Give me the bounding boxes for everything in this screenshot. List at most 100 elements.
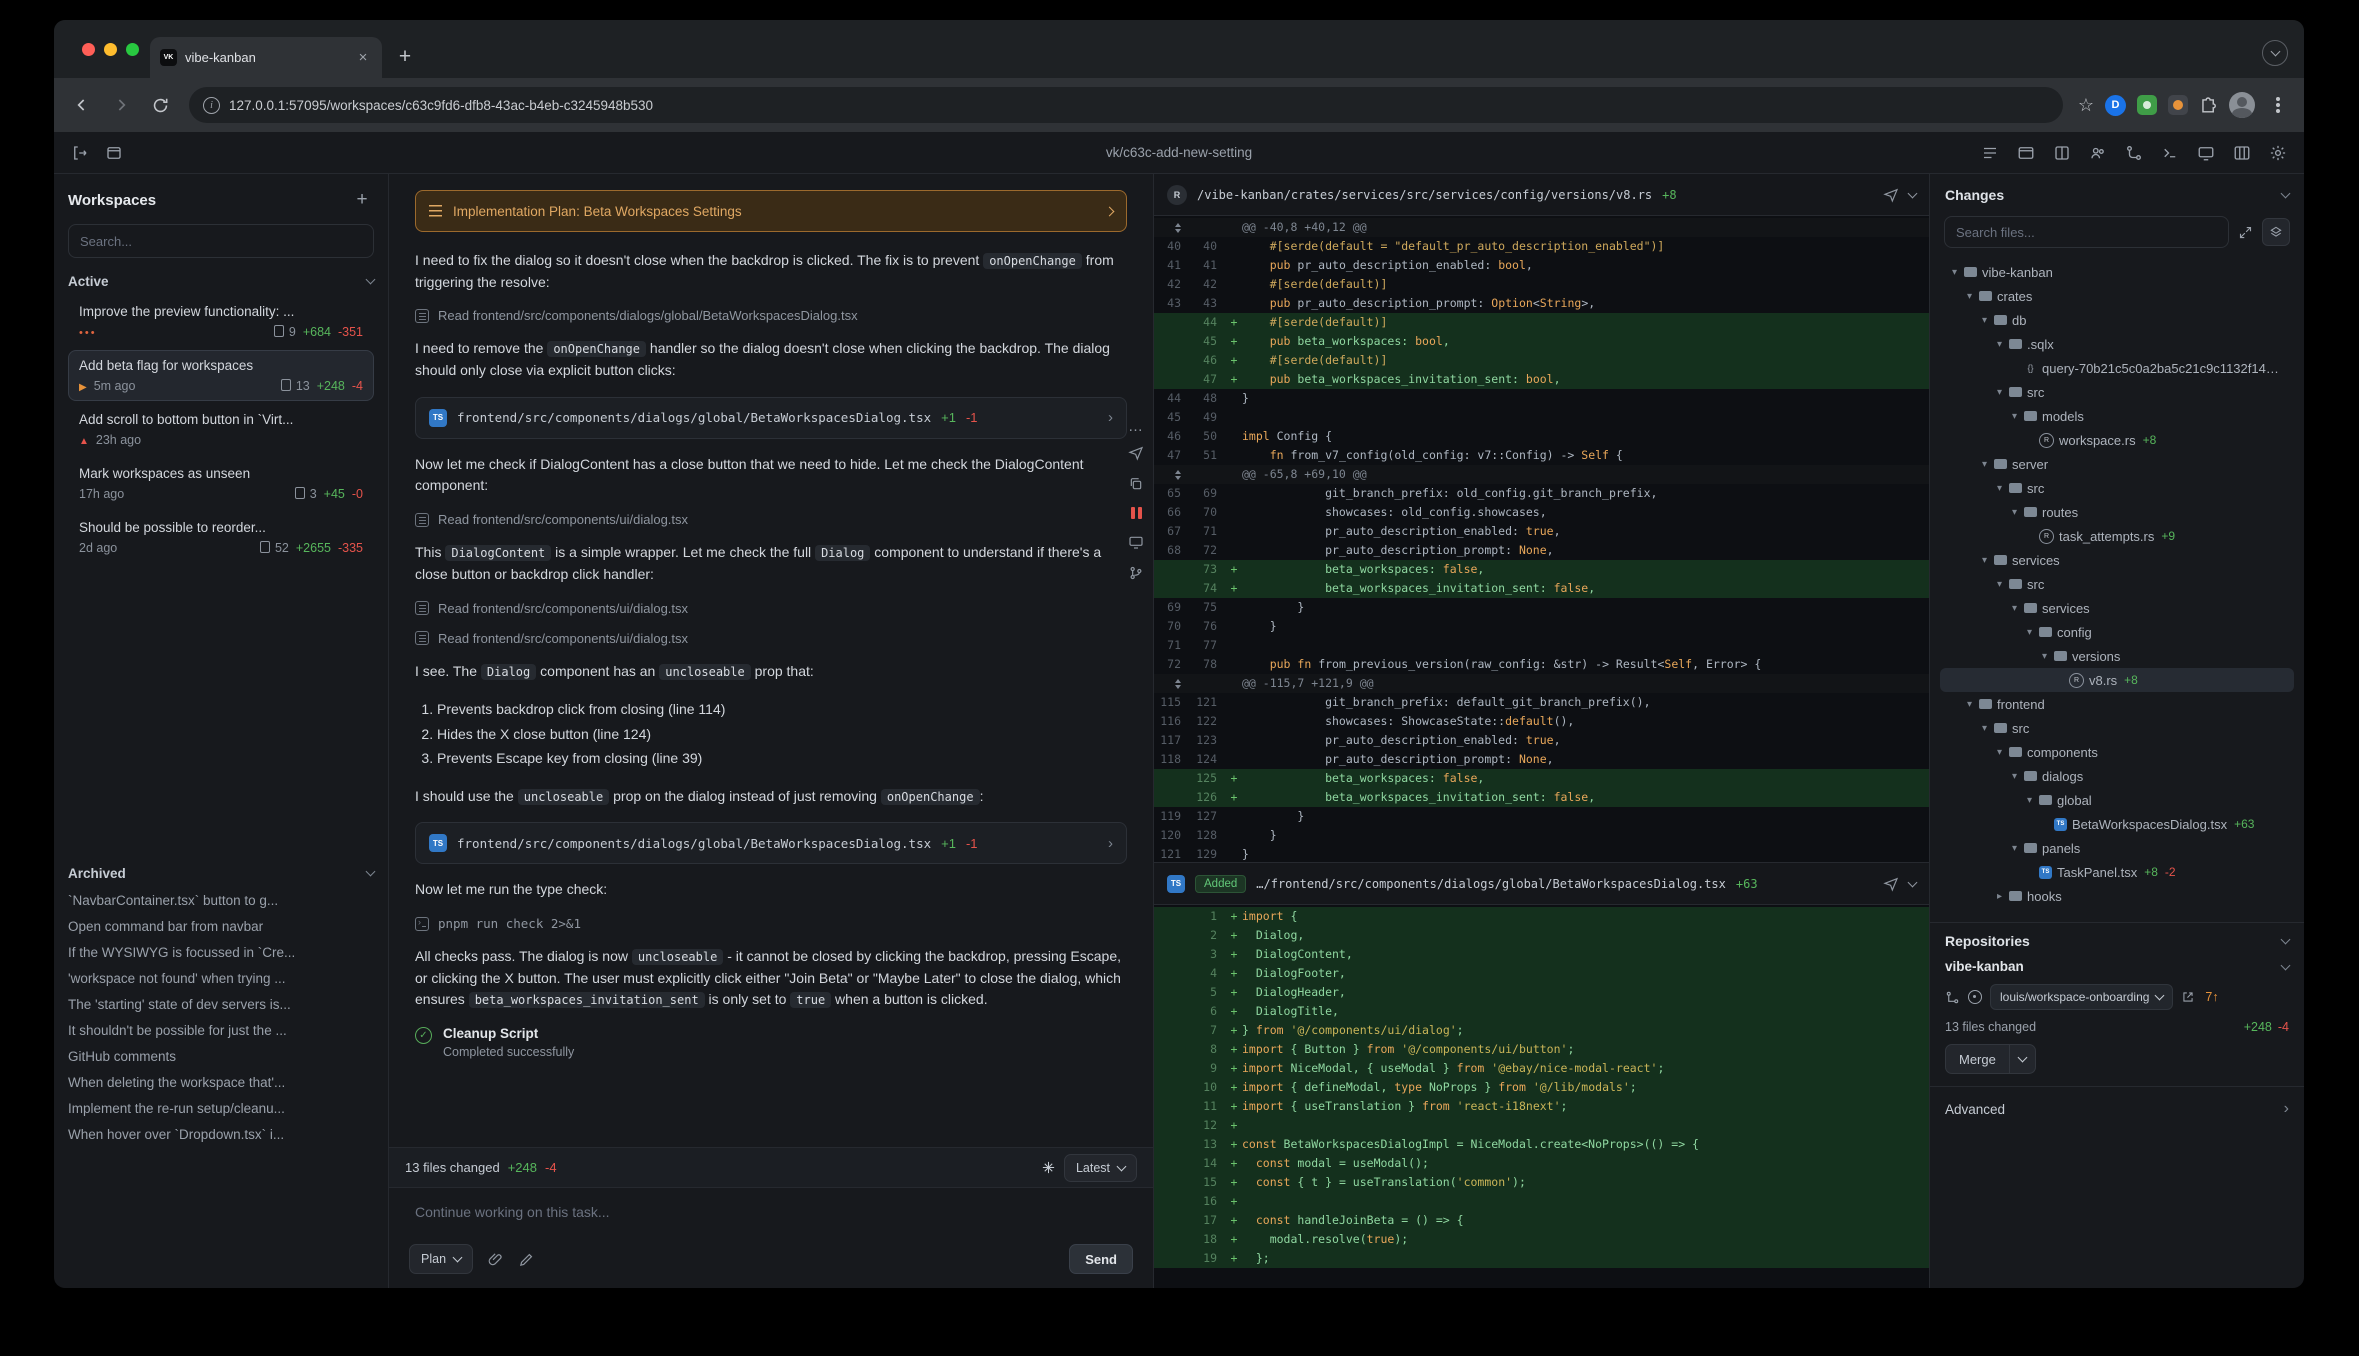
archived-workspace-item[interactable]: The 'starting' state of dev servers is..…	[68, 992, 374, 1018]
edit-pen-icon[interactable]	[518, 1251, 535, 1268]
conversation-scroll[interactable]: Implementation Plan: Beta Workspaces Set…	[389, 174, 1153, 1147]
stop-icon[interactable]	[1130, 507, 1142, 519]
send-button[interactable]: Send	[1069, 1244, 1133, 1274]
tree-item[interactable]: frontend	[1940, 692, 2294, 716]
tree-item[interactable]: src	[1940, 380, 2294, 404]
tab-search-button[interactable]	[2262, 40, 2288, 66]
add-workspace-button[interactable]: +	[350, 188, 374, 212]
close-window-button[interactable]	[82, 43, 95, 56]
archived-workspace-item[interactable]: When hover over `Dropdown.tsx` i...	[68, 1122, 374, 1148]
zoom-window-button[interactable]	[126, 43, 139, 56]
git-graph-icon[interactable]	[2124, 143, 2144, 163]
reload-icon[interactable]	[146, 91, 174, 119]
workspace-search-input[interactable]	[68, 224, 374, 258]
tree-item[interactable]: services	[1940, 596, 2294, 620]
kanban-layout-icon[interactable]	[2052, 143, 2072, 163]
attachment-icon[interactable]	[487, 1251, 504, 1268]
extension-d-icon[interactable]: D	[2105, 94, 2126, 116]
tree-item[interactable]: hooks	[1940, 884, 2294, 908]
forward-icon[interactable]	[107, 91, 135, 119]
tool-read-row[interactable]: Read frontend/src/components/ui/dialog.t…	[415, 601, 1127, 616]
tool-read-row[interactable]: Read frontend/src/components/ui/dialog.t…	[415, 512, 1127, 527]
repositories-header[interactable]: Repositories	[1945, 933, 2291, 949]
tree-item[interactable]: src	[1940, 716, 2294, 740]
address-bar[interactable]: i 127.0.0.1:57095/workspaces/c63c9fd6-df…	[189, 87, 2063, 123]
tree-item[interactable]: config	[1940, 620, 2294, 644]
columns-layout-icon[interactable]	[2232, 143, 2252, 163]
extension-green-icon[interactable]	[2137, 95, 2157, 115]
advanced-row[interactable]: Advanced ›	[1930, 1086, 2304, 1131]
diff-content[interactable]: @@ -40,8 +40,12 @@ 40 40 #[serde(default …	[1154, 216, 1929, 862]
archived-workspace-item[interactable]: Open command bar from navbar	[68, 914, 374, 940]
tree-item[interactable]: db	[1940, 308, 2294, 332]
branch-icon[interactable]	[1128, 565, 1144, 581]
workspace-item[interactable]: Should be possible to reorder... 2d ago 5…	[68, 512, 374, 563]
merge-button[interactable]: Merge	[1945, 1044, 2036, 1074]
monitor-icon[interactable]	[2196, 143, 2216, 163]
file-search-input[interactable]	[1944, 216, 2229, 248]
preview-card-icon[interactable]	[2016, 143, 2036, 163]
archived-workspace-item[interactable]: 'workspace not found' when trying ...	[68, 966, 374, 992]
workspace-item[interactable]: Improve the preview functionality: ... 9…	[68, 296, 374, 347]
active-section-header[interactable]: Active	[68, 266, 376, 296]
tool-read-row[interactable]: Read frontend/src/components/ui/dialog.t…	[415, 631, 1127, 646]
browser-menu-icon[interactable]	[2276, 103, 2280, 107]
tree-item[interactable]: src	[1940, 572, 2294, 596]
task-input[interactable]	[405, 1200, 1137, 1244]
tool-terminal-row[interactable]: pnpm run check 2>&1	[415, 916, 1127, 931]
external-link-icon[interactable]	[2181, 990, 2195, 1004]
tree-item[interactable]: task_attempts.rs+9	[1940, 524, 2294, 548]
tree-item[interactable]: crates	[1940, 284, 2294, 308]
mode-dropdown[interactable]: Plan	[409, 1244, 474, 1274]
tree-item[interactable]: BetaWorkspacesDialog.tsx+63	[1940, 812, 2294, 836]
collapse-chevron-icon[interactable]	[1907, 188, 1918, 198]
open-in-ide-icon[interactable]	[1883, 187, 1899, 203]
terminal-icon[interactable]	[2160, 143, 2180, 163]
collapse-chevron-icon[interactable]	[1907, 877, 1918, 887]
tree-item[interactable]: workspace.rs+8	[1940, 428, 2294, 452]
copy-icon[interactable]	[1128, 476, 1144, 492]
workspace-item[interactable]: Add scroll to bottom button in `Virt... …	[68, 404, 374, 455]
settings-gear-icon[interactable]	[2268, 143, 2288, 163]
tree-item[interactable]: global	[1940, 788, 2294, 812]
bookmark-star-icon[interactable]: ☆	[2078, 95, 2094, 116]
profile-avatar[interactable]	[2229, 92, 2255, 118]
tree-item[interactable]: vibe-kanban	[1940, 260, 2294, 284]
tree-item[interactable]: dialogs	[1940, 764, 2294, 788]
workspace-item[interactable]: Mark workspaces as unseen 17h ago 3 +45 -0	[68, 458, 374, 509]
tool-read-row[interactable]: Read frontend/src/components/dialogs/glo…	[415, 308, 1127, 323]
queue-icon[interactable]	[1980, 143, 2000, 163]
tree-item[interactable]: query-70b21c5c0a2ba5c21c9c1132f14a68…	[1940, 356, 2294, 380]
open-in-ide-icon[interactable]	[1883, 876, 1899, 892]
edited-file-chip[interactable]: TS frontend/src/components/dialogs/globa…	[415, 822, 1127, 865]
extension-camera-icon[interactable]	[2168, 95, 2188, 115]
archived-workspace-item[interactable]: `NavbarContainer.tsx` button to g...	[68, 888, 374, 914]
archived-workspace-item[interactable]: It shouldn't be possible for just the ..…	[68, 1018, 374, 1044]
browser-tab[interactable]: VK vibe-kanban ×	[150, 37, 382, 78]
tree-item[interactable]: panels	[1940, 836, 2294, 860]
diff-file-header[interactable]: TS Added …/frontend/src/components/dialo…	[1154, 863, 1929, 905]
tree-item[interactable]: src	[1940, 476, 2294, 500]
tree-item[interactable]: TaskPanel.tsx+8-2	[1940, 860, 2294, 884]
archived-section-header[interactable]: Archived	[68, 858, 376, 888]
cleanup-script-status[interactable]: ✓ Cleanup Script Completed successfully	[415, 1026, 1127, 1059]
tree-item[interactable]: v8.rs+8	[1940, 668, 2294, 692]
new-tab-button[interactable]: +	[390, 40, 420, 74]
more-options-icon[interactable]: …	[1128, 419, 1144, 434]
tree-item[interactable]: components	[1940, 740, 2294, 764]
file-stack-button[interactable]	[2262, 218, 2290, 246]
archived-workspace-item[interactable]: Implement the re-run setup/cleanu...	[68, 1096, 374, 1122]
archived-workspace-item[interactable]: GitHub comments	[68, 1044, 374, 1070]
branch-selector[interactable]: louis/workspace-onboarding	[1990, 984, 2174, 1010]
extensions-puzzle-icon[interactable]	[2199, 96, 2218, 115]
edited-file-chip[interactable]: TS frontend/src/components/dialogs/globa…	[415, 396, 1127, 439]
tree-item[interactable]: server	[1940, 452, 2294, 476]
repository-row[interactable]: vibe-kanban	[1945, 959, 2291, 974]
archive-box-icon[interactable]	[104, 143, 124, 163]
diff-file-header[interactable]: R /vibe-kanban/crates/services/src/servi…	[1154, 174, 1929, 216]
tree-item[interactable]: models	[1940, 404, 2294, 428]
tree-item[interactable]: routes	[1940, 500, 2294, 524]
diff-content[interactable]: 1 + import { 2 + Dialog, 3 + DialogContent, …	[1154, 905, 1929, 1288]
implementation-plan-card[interactable]: Implementation Plan: Beta Workspaces Set…	[415, 190, 1127, 232]
workspace-item[interactable]: Add beta flag for workspaces 5m ago13+24…	[68, 350, 374, 401]
